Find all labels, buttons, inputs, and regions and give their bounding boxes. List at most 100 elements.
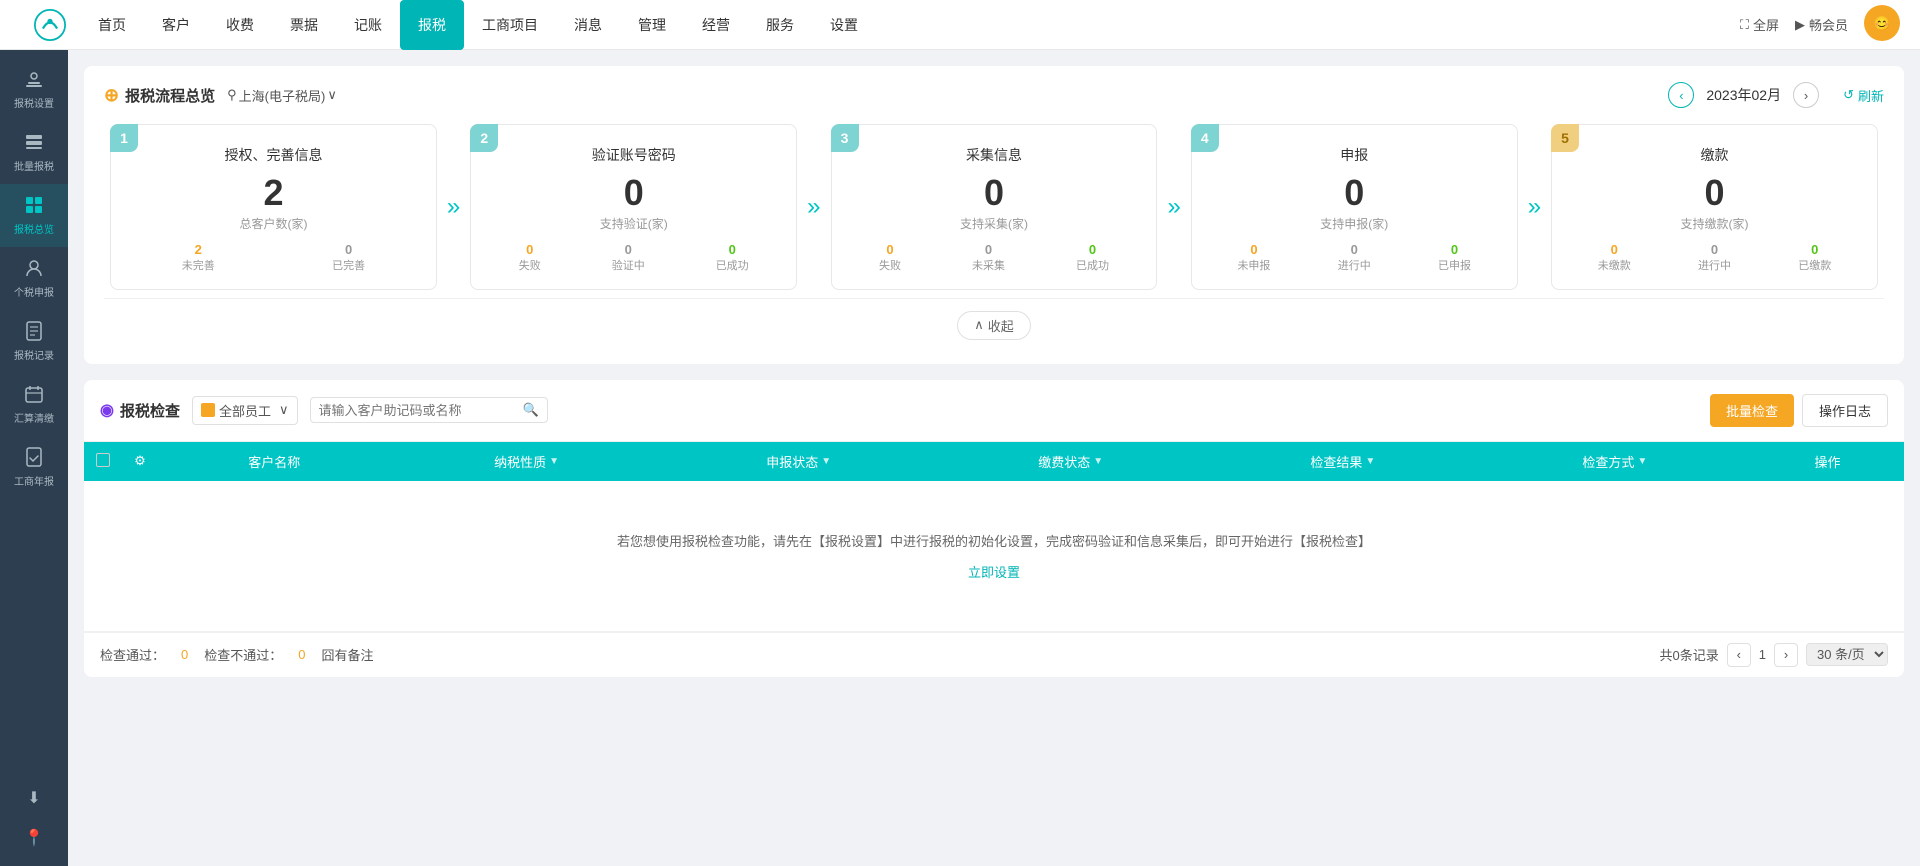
check-title: ◉ 报税检查 [100, 400, 180, 421]
personal-tax-icon [23, 257, 45, 284]
step-title-1: 授权、完善信息 [123, 141, 424, 165]
step-title-2: 验证账号密码 [483, 141, 784, 165]
dropdown-icon: ∨ [327, 87, 337, 103]
nav-right-area: ⛶ 全屏 ▶ 畅会员 😊 [1740, 5, 1900, 44]
fullscreen-button[interactable]: ⛶ 全屏 [1740, 15, 1779, 34]
nav-settings[interactable]: 设置 [812, 0, 876, 50]
sidebar-item-location[interactable]: 📍 [0, 818, 68, 858]
flow-location[interactable]: ⚲ 上海(电子税局) ∨ [227, 86, 337, 105]
step-stats-5: 0 未缴款 0 进行中 0 已缴款 [1564, 242, 1865, 273]
arrow-right-icon-2: » [807, 193, 820, 221]
collapse-icon: ∧ [974, 317, 984, 333]
step-arrow-4: » [1524, 124, 1545, 290]
flow-card-title: ⊕ 报税流程总览 [104, 85, 215, 106]
sidebar-item-annual-report[interactable]: 工商年报 [0, 436, 68, 499]
customer-name-filter[interactable]: 客户名称 [170, 452, 379, 471]
th-pay-status: 缴费状态 ▼ [935, 442, 1207, 481]
sidebar-item-tax-overview[interactable]: 报税总览 [0, 184, 68, 247]
step-big-num-3: 0 [844, 173, 1145, 213]
sidebar-item-annual-settlement[interactable]: 汇算清缴 [0, 373, 68, 436]
pay-status-filter[interactable]: 缴费状态 ▼ [947, 452, 1195, 471]
search-icon[interactable]: 🔍 [523, 402, 539, 418]
next-page-button[interactable]: › [1774, 643, 1798, 667]
nav-home[interactable]: 首页 [80, 0, 144, 50]
step-sub-4: 支持申报(家) [1204, 215, 1505, 232]
sidebar-item-tax-settings[interactable]: 报税设置 [0, 58, 68, 121]
nav-business[interactable]: 工商项目 [464, 0, 556, 50]
flow-step-4: 4 申报 0 支持申报(家) 0 未申报 0 进行中 [1191, 124, 1518, 290]
nav-manage[interactable]: 管理 [620, 0, 684, 50]
batch-check-button[interactable]: 批量检查 [1710, 394, 1794, 427]
nav-tax[interactable]: 报税 [400, 0, 464, 50]
nav-customer[interactable]: 客户 [144, 0, 208, 50]
step-stats-4: 0 未申报 0 进行中 0 已申报 [1204, 242, 1505, 273]
main-content: ⊕ 报税流程总览 ⚲ 上海(电子税局) ∨ ‹ 2023年02月 › ↺ 刷新 [68, 50, 1920, 866]
sidebar-item-download[interactable]: ⬇ [0, 778, 68, 818]
step-num-4: 4 [1191, 124, 1219, 152]
nav-fee[interactable]: 收费 [208, 0, 272, 50]
immediate-setup-link[interactable]: 立即设置 [968, 565, 1020, 580]
check-result-filter[interactable]: 检查结果 ▼ [1219, 452, 1467, 471]
step-big-num-2: 0 [483, 173, 784, 213]
orange-square-icon [201, 403, 215, 417]
prev-month-button[interactable]: ‹ [1668, 82, 1694, 108]
sidebar-label-annual-settlement: 汇算清缴 [14, 414, 54, 426]
per-page-select[interactable]: 30 条/页 [1806, 643, 1888, 666]
declare-status-filter-icon: ▼ [821, 456, 831, 467]
nav-accounting[interactable]: 记账 [336, 0, 400, 50]
step-big-num-1: 2 [123, 173, 424, 213]
step-num-5: 5 [1551, 124, 1579, 152]
th-checkbox [84, 442, 122, 481]
settings-icon[interactable]: ⚙ [134, 453, 146, 468]
sidebar-item-batch-tax[interactable]: 批量报税 [0, 121, 68, 184]
location-pin-icon: ⚲ [227, 87, 237, 103]
flow-overview-card: ⊕ 报税流程总览 ⚲ 上海(电子税局) ∨ ‹ 2023年02月 › ↺ 刷新 [84, 66, 1904, 364]
empty-state: 若您想使用报税检查功能，请先在【报税设置】中进行报税的初始化设置，完成密码验证和… [96, 491, 1892, 621]
step-num-2: 2 [470, 124, 498, 152]
step-stats-1: 2 未完善 0 已完善 [123, 242, 424, 273]
download-icon: ⬇ [27, 788, 40, 808]
sidebar-item-personal-tax[interactable]: 个税申报 [0, 247, 68, 310]
sidebar-label-personal-tax: 个税申报 [14, 288, 54, 300]
nav-message[interactable]: 消息 [556, 0, 620, 50]
th-tax-type: 纳税性质 ▼ [391, 442, 663, 481]
sidebar-label-batch-tax: 批量报税 [14, 162, 54, 174]
check-method-filter[interactable]: 检查方式 ▼ [1491, 452, 1739, 471]
declare-status-filter[interactable]: 申报状态 ▼ [675, 452, 923, 471]
empty-state-cell: 若您想使用报税检查功能，请先在【报税设置】中进行报税的初始化设置，完成密码验证和… [84, 481, 1904, 632]
prev-page-button[interactable]: ‹ [1727, 643, 1751, 667]
th-check-method: 检查方式 ▼ [1479, 442, 1751, 481]
nav-invoice[interactable]: 票据 [272, 0, 336, 50]
step-big-num-4: 0 [1204, 173, 1505, 213]
step-sub-1: 总客户数(家) [123, 215, 424, 232]
refresh-button[interactable]: ↺ 刷新 [1843, 86, 1884, 105]
annual-settlement-icon [23, 383, 45, 410]
sidebar-item-tax-records[interactable]: 报税记录 [0, 310, 68, 373]
current-page: 1 [1759, 647, 1766, 662]
step-title-4: 申报 [1204, 141, 1505, 165]
next-month-button[interactable]: › [1793, 82, 1819, 108]
step-stats-2: 0 失败 0 验证中 0 已成功 [483, 242, 784, 273]
step-stat-1-0: 2 未完善 [182, 242, 215, 273]
customer-search-input[interactable] [319, 403, 519, 418]
customer-search-wrap: 🔍 [310, 397, 548, 423]
check-fail-val[interactable]: 0 [298, 647, 305, 662]
operation-log-button[interactable]: 操作日志 [1802, 394, 1888, 427]
main-layout: 报税设置 批量报税 报税总览 [0, 50, 1920, 866]
step-arrow-1: » [443, 124, 464, 290]
nav-operations[interactable]: 经营 [684, 0, 748, 50]
flow-steps: 1 授权、完善信息 2 总客户数(家) 2 未完善 0 已完善 [104, 124, 1884, 290]
employee-filter[interactable]: 全部员工 ∨ [192, 396, 298, 425]
step-title-3: 采集信息 [844, 141, 1145, 165]
collapse-button[interactable]: ∧ 收起 [957, 311, 1031, 340]
tax-type-filter[interactable]: 纳税性质 ▼ [403, 452, 651, 471]
flow-step-5: 5 缴款 0 支持缴款(家) 0 未缴款 0 进行中 [1551, 124, 1878, 290]
check-pass-val[interactable]: 0 [181, 647, 188, 662]
check-fail-label: 检查不通过： [204, 645, 282, 664]
vip-button[interactable]: ▶ 畅会员 [1795, 15, 1848, 34]
nav-service[interactable]: 服务 [748, 0, 812, 50]
refresh-icon: ↺ [1843, 87, 1854, 103]
select-all-checkbox[interactable] [96, 453, 110, 467]
filter-chevron-icon: ∨ [279, 402, 289, 418]
step-arrow-3: » [1163, 124, 1184, 290]
